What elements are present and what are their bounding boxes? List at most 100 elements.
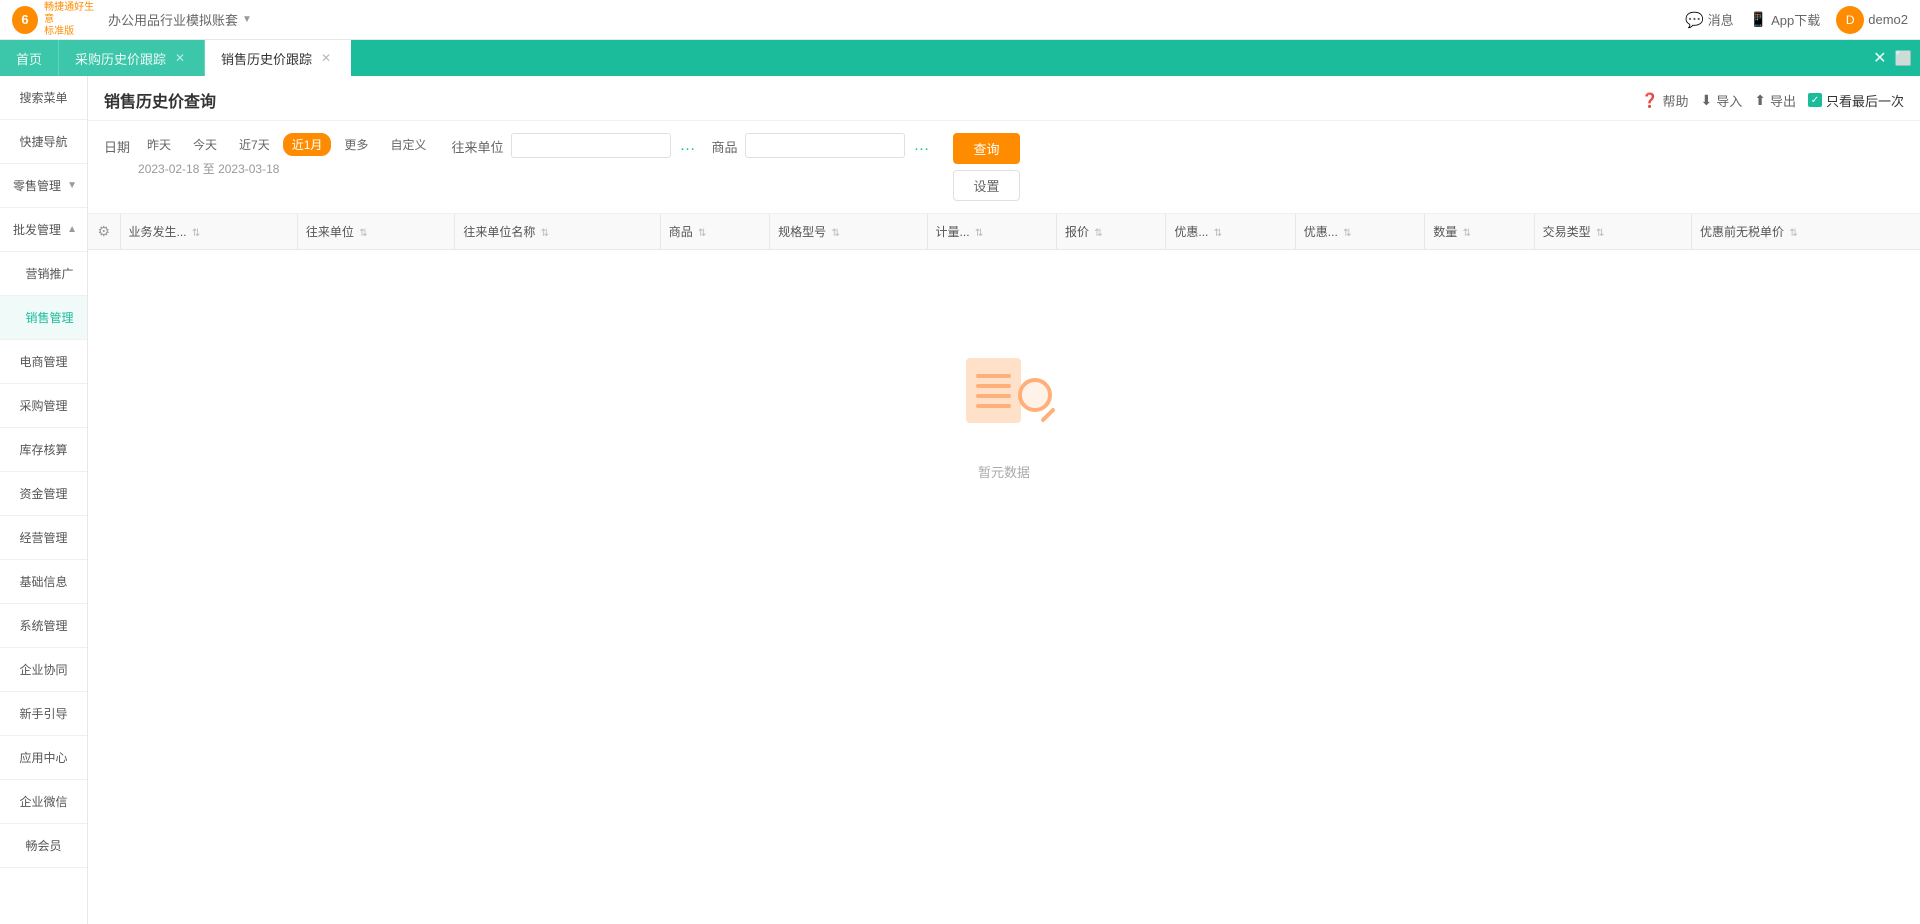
th-discount2[interactable]: 优惠... ⇅ (1295, 214, 1424, 250)
page-header: 销售历史价查询 ❓ 帮助 ⬇ 导入 ⬆ 导出 ✓ (88, 76, 1920, 121)
goods-filter-label: 商品 (711, 133, 737, 156)
date-range-display: 2023-02-18 至 2023-03-18 (138, 160, 435, 177)
tab-sales-history-close[interactable]: ✕ (318, 50, 334, 66)
logo-icon: 6 (12, 6, 38, 34)
message-btn[interactable]: 💬 消息 (1685, 10, 1734, 29)
tab-home[interactable]: 首页 (0, 40, 59, 76)
goods-dots-btn[interactable]: … (913, 137, 929, 155)
date-btns: 昨天 今天 近7天 近1月 更多 自定义 (138, 133, 435, 156)
date-btn-custom[interactable]: 自定义 (381, 133, 435, 156)
quick-nav-label: 快捷导航 (19, 133, 67, 150)
th-biz-date[interactable]: 业务发生... ⇅ (120, 214, 297, 250)
tab-purchase-history[interactable]: 采购历史价跟踪 ✕ (59, 40, 205, 76)
sidebar-item-new-guide[interactable]: 新手引导 (0, 692, 87, 736)
date-btn-1month[interactable]: 近1月 (283, 133, 332, 156)
table-wrapper: ⚙ 业务发生... ⇅ 往来单位 ⇅ 往来单位名称 ⇅ (88, 214, 1920, 581)
th-unit[interactable]: 计量... ⇅ (927, 214, 1056, 250)
th-partner-name[interactable]: 往来单位名称 ⇅ (455, 214, 660, 250)
sort-icon: ⇅ (192, 228, 200, 239)
sort-icon: ⇅ (1343, 228, 1351, 239)
import-icon: ⬇ (1700, 92, 1712, 109)
filter-area: 日期 昨天 今天 近7天 近1月 更多 自定义 2023-02-18 至 202… (88, 121, 1920, 214)
tab-sales-history[interactable]: 销售历史价跟踪 ✕ (205, 40, 351, 76)
export-label: 导出 (1770, 91, 1796, 110)
tab-home-label: 首页 (16, 49, 42, 68)
message-label: 消息 (1708, 10, 1734, 29)
empty-state: 暂元数据 (88, 250, 1920, 581)
date-filter-group: 日期 昨天 今天 近7天 近1月 更多 自定义 2023-02-18 至 202… (104, 133, 435, 177)
operations-mgmt-label: 经营管理 (19, 529, 67, 546)
app-center-label: 应用中心 (19, 749, 67, 766)
settings-button[interactable]: 设置 (953, 170, 1019, 201)
user-info[interactable]: D demo2 (1836, 6, 1908, 34)
date-btn-7days[interactable]: 近7天 (230, 133, 279, 156)
date-btn-more[interactable]: 更多 (335, 133, 377, 156)
date-btn-today[interactable]: 今天 (184, 133, 226, 156)
basic-info-label: 基础信息 (19, 573, 67, 590)
app-download-btn[interactable]: 📱 App下载 (1750, 10, 1821, 29)
goods-input[interactable] (745, 133, 905, 158)
sidebar-item-purchase-mgmt[interactable]: 采购管理 (0, 384, 87, 428)
goods-input-group: … (745, 133, 929, 158)
sidebar-item-sales-mgmt[interactable]: 销售管理 (0, 296, 87, 340)
tab-purchase-history-close[interactable]: ✕ (172, 50, 188, 66)
tab-bar: 首页 采购历史价跟踪 ✕ 销售历史价跟踪 ✕ ✕ ⬜ (0, 40, 1920, 76)
th-spec[interactable]: 规格型号 ⇅ (770, 214, 927, 250)
date-btn-yesterday[interactable]: 昨天 (138, 133, 180, 156)
sidebar-item-basic-info[interactable]: 基础信息 (0, 560, 87, 604)
query-button[interactable]: 查询 (953, 133, 1019, 164)
th-goods[interactable]: 商品 ⇅ (660, 214, 769, 250)
sidebar-item-inventory[interactable]: 库存核算 (0, 428, 87, 472)
date-filter-label: 日期 (104, 133, 130, 156)
purchase-mgmt-label: 采购管理 (19, 397, 67, 414)
only-last-wrapper[interactable]: ✓ 只看最后一次 (1808, 91, 1904, 110)
only-last-label: 只看最后一次 (1826, 91, 1904, 110)
filter-buttons: 查询 设置 (953, 133, 1019, 201)
th-quoted-price[interactable]: 报价 ⇅ (1056, 214, 1165, 250)
gear-icon[interactable]: ⚙ (97, 223, 110, 239)
empty-text: 暂元数据 (978, 462, 1030, 481)
sidebar-item-marketing[interactable]: 营销推广 (0, 252, 87, 296)
sidebar-item-app-center[interactable]: 应用中心 (0, 736, 87, 780)
only-last-checkbox[interactable]: ✓ (1808, 93, 1822, 107)
marketing-label: 营销推广 (25, 265, 73, 282)
partner-filter-label: 往来单位 (451, 133, 503, 156)
sidebar-item-enterprise-wechat[interactable]: 企业微信 (0, 780, 87, 824)
sort-icon: ⇅ (359, 228, 367, 239)
sidebar-item-enterprise[interactable]: 企业协同 (0, 648, 87, 692)
breadcrumb-text: 办公用品行业模拟账套 (108, 10, 238, 29)
th-qty[interactable]: 数量 ⇅ (1425, 214, 1534, 250)
th-price-no-tax[interactable]: 优惠前无税单价 ⇅ (1692, 214, 1920, 250)
partner-dots-btn[interactable]: … (679, 137, 695, 155)
th-partner-code[interactable]: 往来单位 ⇅ (297, 214, 454, 250)
chevron-down-icon: ▼ (242, 14, 252, 25)
page-actions: ❓ 帮助 ⬇ 导入 ⬆ 导出 ✓ 只看最后一次 (1641, 91, 1904, 110)
close-window-btn[interactable]: ✕ (1873, 48, 1886, 68)
sort-icon: ⇅ (1596, 228, 1604, 239)
sales-mgmt-label: 销售管理 (25, 309, 73, 326)
help-icon: ❓ (1641, 92, 1658, 109)
sidebar-item-wholesale-mgmt[interactable]: 批发管理 ▲ (0, 208, 87, 252)
sidebar-item-search-menu[interactable]: 搜索菜单 (0, 76, 87, 120)
sidebar-item-ecomm-mgmt[interactable]: 电商管理 (0, 340, 87, 384)
sidebar-item-operations-mgmt[interactable]: 经营管理 (0, 516, 87, 560)
sidebar-item-finance-mgmt[interactable]: 资金管理 (0, 472, 87, 516)
sidebar-item-member[interactable]: 畅会员 (0, 824, 87, 868)
export-btn[interactable]: ⬆ 导出 (1754, 91, 1796, 110)
import-btn[interactable]: ⬇ 导入 (1700, 91, 1742, 110)
date-options: 昨天 今天 近7天 近1月 更多 自定义 2023-02-18 至 2023-0… (138, 133, 435, 177)
partner-input[interactable] (511, 133, 671, 158)
breadcrumb-dropdown[interactable]: 办公用品行业模拟账套 ▼ (108, 10, 252, 29)
help-btn[interactable]: ❓ 帮助 (1641, 91, 1688, 110)
new-guide-label: 新手引导 (19, 705, 67, 722)
th-trade-type[interactable]: 交易类型 ⇅ (1534, 214, 1691, 250)
page-title: 销售历史价查询 (104, 88, 216, 112)
sidebar-item-system-mgmt[interactable]: 系统管理 (0, 604, 87, 648)
logo-area: 6 畅捷通好生意 标准版 (12, 2, 100, 38)
sidebar-item-retail-mgmt[interactable]: 零售管理 ▼ (0, 164, 87, 208)
th-discount1[interactable]: 优惠... ⇅ (1166, 214, 1295, 250)
ecomm-mgmt-label: 电商管理 (19, 353, 67, 370)
sidebar-item-quick-nav[interactable]: 快捷导航 (0, 120, 87, 164)
maximize-btn[interactable]: ⬜ (1895, 50, 1912, 67)
th-settings: ⚙ (88, 214, 120, 250)
